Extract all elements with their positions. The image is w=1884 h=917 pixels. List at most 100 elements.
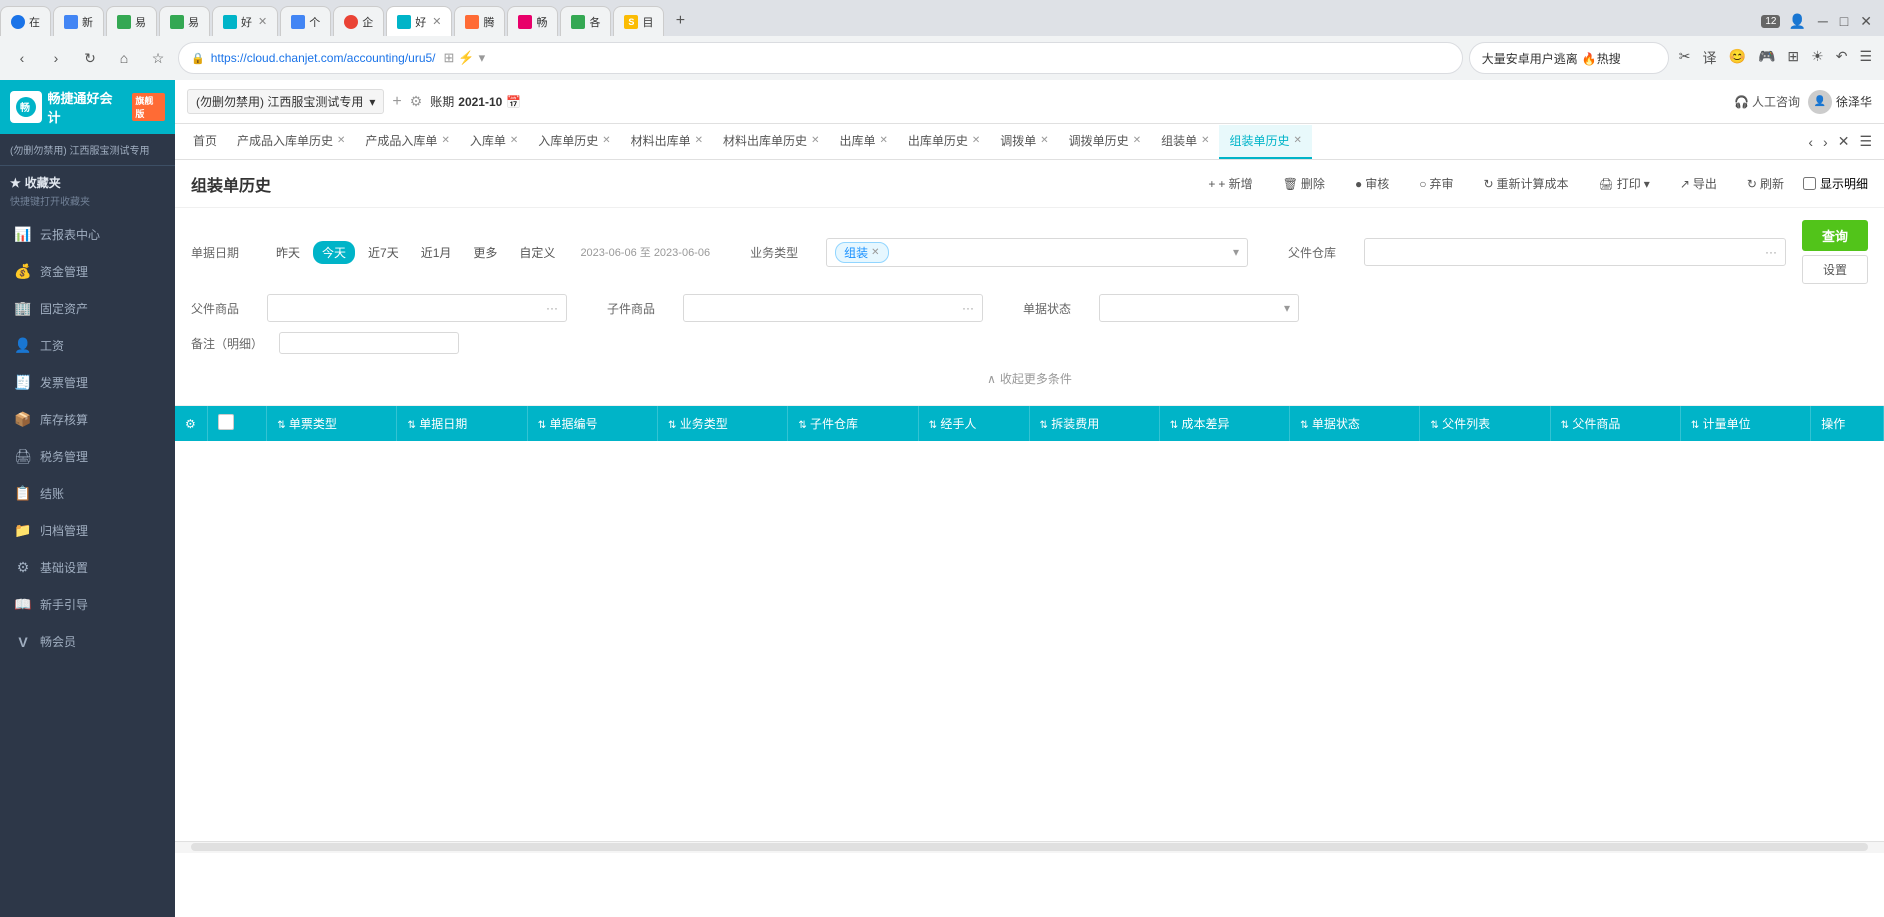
browser-profile-icon[interactable]: 👤 [1784,11,1809,32]
nav-tab-inbound[interactable]: 入库单 ✕ [460,125,528,159]
calendar-icon[interactable]: 📅 [506,95,521,109]
forward-button[interactable]: › [42,44,70,72]
nav-tab-finished[interactable]: 产成品入库单 ✕ [355,125,459,159]
biz-type-tag-remove[interactable]: ✕ [871,247,879,258]
col-header-number[interactable]: ⇅ 单据编号 [527,406,657,441]
parent-goods-dots[interactable]: ··· [546,301,558,315]
horizontal-scrollbar[interactable] [191,843,1868,851]
col-header-cost-diff[interactable]: ⇅ 成本差异 [1159,406,1289,441]
date-btn-7days[interactable]: 近7天 [359,241,408,264]
parent-warehouse-dots[interactable]: ··· [1765,245,1777,259]
sidebar-item-payroll[interactable]: 👤 工资 [0,327,175,364]
date-btn-custom[interactable]: 自定义 [510,241,564,264]
date-btn-1month[interactable]: 近1月 [412,241,461,264]
recalculate-button[interactable]: ↻ 重新计算成本 [1472,170,1579,197]
settings-gear-icon[interactable]: ⚙ [410,93,423,110]
favorites-sub[interactable]: 快捷键打开收藏夹 [10,193,165,208]
emoji-icon[interactable]: 😊 [1725,44,1750,72]
company-selector[interactable]: (勿删勿禁用) 江西服宝测试专用 ▾ [187,89,384,114]
browser-tab-12[interactable]: S 目 [613,6,664,36]
settings-button[interactable]: 设置 [1802,255,1868,284]
query-button[interactable]: 查询 [1802,220,1868,251]
refresh-button-page[interactable]: ↻ 刷新 [1736,170,1795,197]
nav-close-icon[interactable]: ✕ [1834,131,1854,152]
nav-prev-icon[interactable]: ‹ [1804,132,1817,152]
cut-icon[interactable]: ✂ [1675,44,1695,72]
select-all-checkbox[interactable] [218,414,234,430]
nav-next-icon[interactable]: › [1819,132,1832,152]
col-header-parent-goods[interactable]: ⇅ 父件商品 [1550,406,1680,441]
delete-button[interactable]: 🗑 删除 [1272,170,1336,197]
back-button[interactable]: ‹ [8,44,36,72]
sidebar-item-fixed-assets[interactable]: 🏢 固定资产 [0,290,175,327]
browser-tab-9[interactable]: 腾 [454,6,505,36]
nav-tab-close-5[interactable]: ✕ [695,135,703,146]
sidebar-item-inventory[interactable]: 📦 库存核算 [0,401,175,438]
nav-tab-material-out[interactable]: 材料出库单 ✕ [621,125,713,159]
sidebar-item-member[interactable]: V 畅会员 [0,623,175,660]
nav-tab-close-6[interactable]: ✕ [811,135,819,146]
nav-tab-transfer[interactable]: 调拨单 ✕ [990,125,1058,159]
address-grid-icon[interactable]: ⊞ [444,50,455,66]
nav-tab-inbound-history[interactable]: 入库单历史 ✕ [528,125,620,159]
nav-tab-close-12[interactable]: ✕ [1294,135,1302,146]
sidebar-item-settings[interactable]: ⚙ 基础设置 [0,549,175,586]
date-btn-yesterday[interactable]: 昨天 [267,241,309,264]
browser-tab-7[interactable]: 企 [333,6,384,36]
table-checkbox-header[interactable] [207,406,267,441]
sidebar-item-archive[interactable]: 📁 归档管理 [0,512,175,549]
child-goods-dots[interactable]: ··· [962,301,974,315]
nav-tab-assembly-history[interactable]: 组装单历史 ✕ [1219,125,1311,159]
print-button[interactable]: 🖨 打印 ▾ [1588,170,1661,197]
col-header-biz-type[interactable]: ⇅ 业务类型 [658,406,788,441]
audit-button[interactable]: ● 审核 [1344,170,1400,197]
date-btn-today[interactable]: 今天 [313,241,355,264]
sidebar-item-invoice[interactable]: 🧾 发票管理 [0,364,175,401]
browser-tab-11[interactable]: 各 [560,6,611,36]
nav-tab-close-11[interactable]: ✕ [1201,135,1209,146]
bookmark-button[interactable]: ☆ [144,44,172,72]
browser-minimize-icon[interactable]: ─ [1814,11,1832,31]
lightning-icon[interactable]: ⚡ [458,50,474,66]
show-details-checkbox[interactable]: 显示明细 [1803,175,1868,192]
tab-close-5[interactable]: ✕ [258,15,267,28]
nav-more-icon[interactable]: ☰ [1855,131,1876,152]
nav-tab-transfer-history[interactable]: 调拨单历史 ✕ [1059,125,1151,159]
export-button[interactable]: ↗ 导出 [1669,170,1728,197]
table-settings-header[interactable]: ⚙ [175,406,207,441]
col-header-slip-status[interactable]: ⇅ 单据状态 [1290,406,1420,441]
browser-close-icon[interactable]: ✕ [1856,11,1876,32]
translate-icon[interactable]: 译 [1699,44,1721,72]
abandon-button[interactable]: ○ 弃审 [1408,170,1464,197]
sun-icon[interactable]: ☀ [1807,44,1828,72]
home-button[interactable]: ⌂ [110,44,138,72]
browser-tab-10[interactable]: 畅 [507,6,558,36]
nav-tab-close-10[interactable]: ✕ [1133,135,1141,146]
sidebar-item-guide[interactable]: 📖 新手引导 [0,586,175,623]
new-tab-button[interactable]: + [666,7,694,35]
add-company-icon[interactable]: + [392,93,401,111]
nav-tab-close-7[interactable]: ✕ [879,135,887,146]
collapse-button[interactable]: ∧ 收起更多条件 [191,364,1868,393]
col-header-type[interactable]: ⇅ 单票类型 [267,406,397,441]
sidebar-item-settlement[interactable]: 📋 结账 [0,475,175,512]
address-dropdown-icon[interactable]: ▾ [479,50,486,66]
menu-icon[interactable]: ☰ [1855,44,1876,72]
grid-icon[interactable]: ⊞ [1783,44,1803,72]
nav-tab-close-2[interactable]: ✕ [441,135,449,146]
biz-type-dropdown-icon[interactable]: ▾ [1233,245,1239,259]
nav-tab-outbound-history[interactable]: 出库单历史 ✕ [898,125,990,159]
table-settings-icon[interactable]: ⚙ [185,417,196,431]
browser-tab-1[interactable]: 在 [0,6,51,36]
sidebar-item-cloud-reports[interactable]: 📊 云报表中心 [0,216,175,253]
browser-tab-3[interactable]: 易 [106,6,157,36]
col-header-unit[interactable]: ⇅ 计量单位 [1680,406,1810,441]
nav-tab-material-out-history[interactable]: 材料出库单历史 ✕ [713,125,829,159]
address-bar[interactable]: 🔒 https://cloud.chanjet.com/accounting/u… [178,42,1463,74]
nav-tab-outbound[interactable]: 出库单 ✕ [829,125,897,159]
browser-maximize-icon[interactable]: □ [1836,11,1852,31]
col-header-handler[interactable]: ⇅ 经手人 [918,406,1029,441]
nav-tab-home[interactable]: 首页 [183,125,227,159]
browser-tab-4[interactable]: 易 [159,6,210,36]
nav-tab-close-8[interactable]: ✕ [972,135,980,146]
